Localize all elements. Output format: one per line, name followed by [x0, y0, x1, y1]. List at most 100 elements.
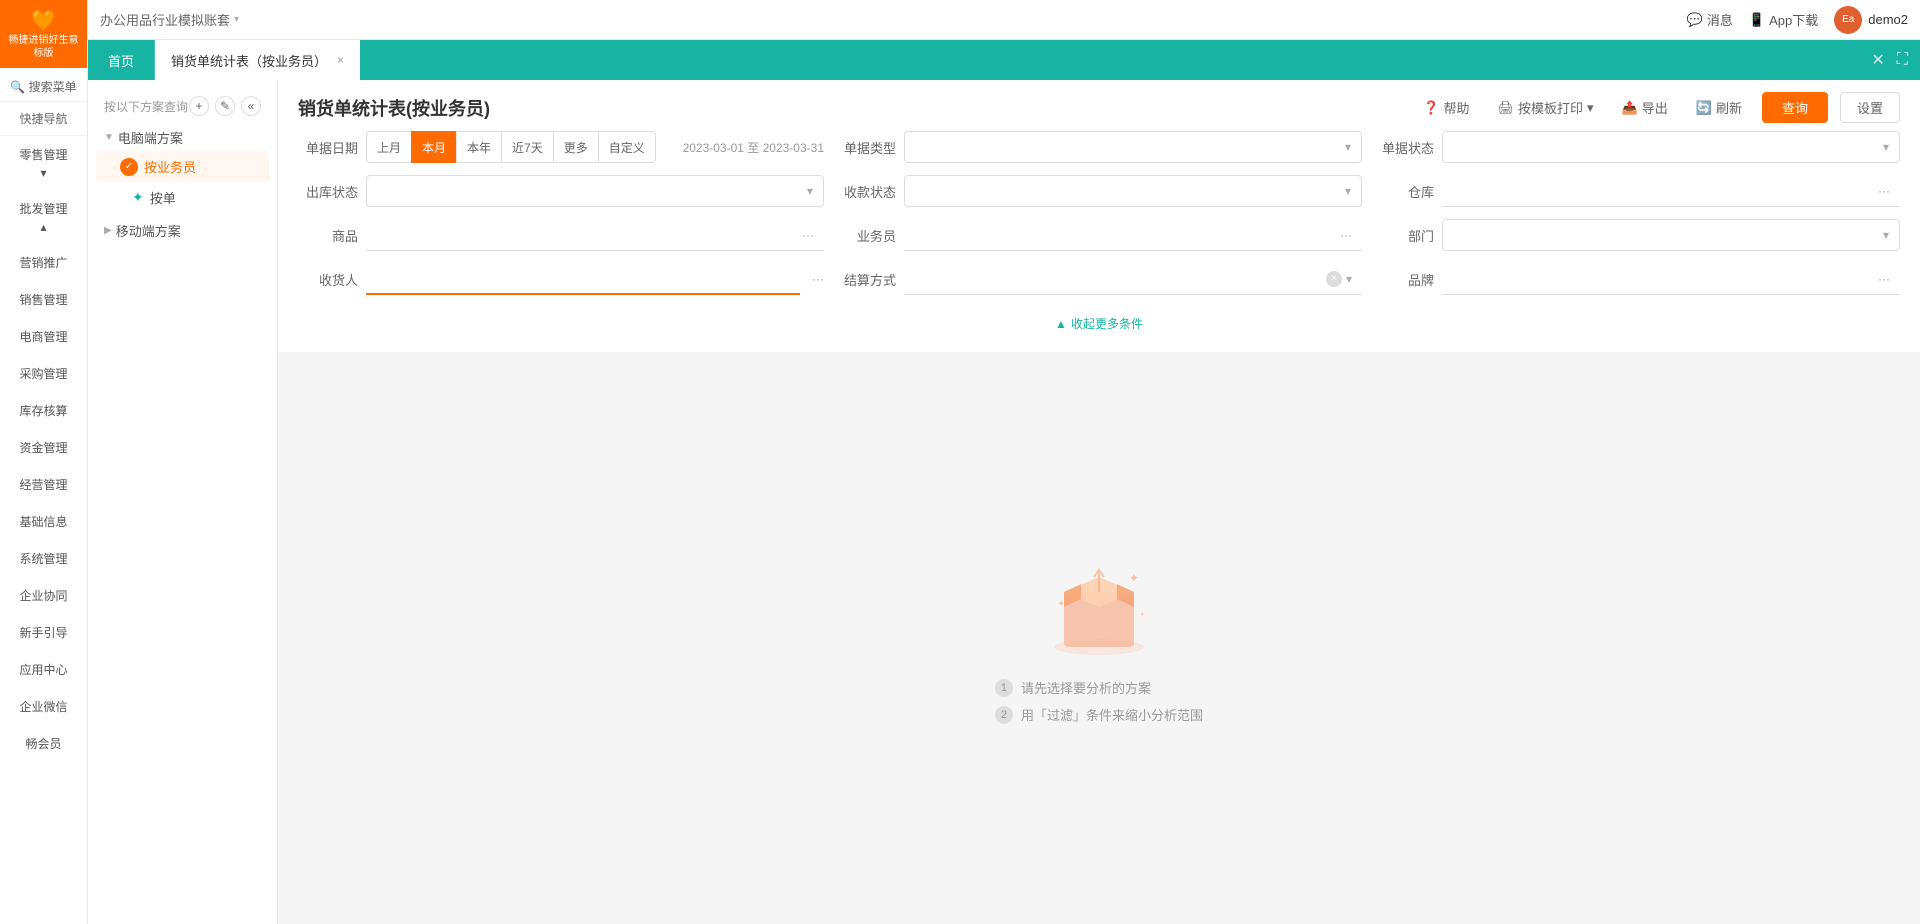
active-dot: ✓ — [120, 158, 138, 176]
collapse-filters-btn[interactable]: ▲ 收起更多条件 — [298, 307, 1900, 340]
group-expand-icon: ▼ — [104, 132, 114, 143]
sidebar-item-retail[interactable]: 零售管理 ▾ — [0, 136, 87, 190]
sidebar-item-wechat[interactable]: 企业微信 — [0, 688, 87, 725]
date-tab-this-month[interactable]: 本月 — [411, 131, 456, 163]
settings-btn[interactable]: 设置 — [1840, 92, 1900, 123]
doc-type-select[interactable]: ▾ — [904, 131, 1362, 163]
date-tab-7days[interactable]: 近7天 — [501, 131, 553, 163]
topbar-actions: 💬 消息 📱 App下载 Ea demo2 — [1687, 6, 1908, 34]
lp-edit-btn[interactable]: ✎ — [215, 96, 235, 116]
sidebar-search-menu[interactable]: 🔍 搜索菜单 — [0, 68, 87, 102]
sidebar-quick-nav[interactable]: 快捷导航 — [0, 102, 87, 136]
refresh-btn[interactable]: 🔄 刷新 — [1688, 94, 1750, 121]
filter-col-payment-status: 收款状态 ▾ — [836, 175, 1362, 207]
print-btn[interactable]: 🖨 按模板打印 ▾ — [1490, 94, 1602, 121]
lp-add-btn[interactable]: + — [189, 96, 209, 116]
tab-close-icon[interactable]: × — [337, 53, 344, 67]
sidebar-item-enterprise[interactable]: 企业协同 — [0, 577, 87, 614]
brand-input[interactable]: ··· — [1442, 263, 1900, 295]
page-title-row: 销货单统计表(按业务员) ❓ 帮助 🖨 按模板打印 ▾ 📤 — [298, 92, 1900, 131]
sidebar-item-system[interactable]: 系统管理 — [0, 540, 87, 577]
tree-group-mobile: ▶ 移动端方案 — [96, 217, 269, 244]
hint-num-2: 2 — [995, 706, 1013, 724]
enterprise-label: 企业协同 — [19, 587, 67, 604]
tree-group-mobile-title[interactable]: ▶ 移动端方案 — [96, 217, 269, 244]
sidebar-item-inventory[interactable]: 库存核算 — [0, 392, 87, 429]
sales-label: 销售管理 — [19, 291, 67, 308]
user-menu[interactable]: Ea demo2 — [1834, 6, 1908, 34]
doc-status-label: 单据状态 — [1374, 138, 1434, 157]
tab-home[interactable]: 首页 — [88, 40, 155, 80]
query-btn[interactable]: 查询 — [1762, 92, 1828, 123]
goods-input[interactable]: ··· — [366, 219, 824, 251]
dept-label: 部门 — [1374, 226, 1434, 245]
sidebar-logo[interactable]: 🧡 畅捷进销好生意 标版 — [0, 0, 87, 68]
wechat-label: 企业微信 — [19, 698, 67, 715]
salesperson-dots: ··· — [1340, 228, 1352, 242]
message-btn[interactable]: 💬 消息 — [1687, 10, 1733, 29]
goods-label: 商品 — [298, 226, 358, 245]
receiver-input[interactable] — [366, 263, 800, 295]
tree-item-label: 按业务员 — [144, 157, 196, 176]
salesperson-input[interactable]: ··· — [904, 219, 1362, 251]
filter-col-salesperson: 业务员 ··· — [836, 219, 1362, 251]
sub-item-icon: ✦ — [132, 189, 144, 206]
empty-hint-1: 1 请先选择要分析的方案 — [995, 678, 1203, 697]
sidebar-item-management[interactable]: 经营管理 — [0, 466, 87, 503]
doc-status-chevron: ▾ — [1883, 140, 1889, 154]
vip-label: 畅会员 — [25, 735, 61, 752]
payment-status-chevron: ▾ — [1345, 184, 1351, 198]
sidebar-item-basic[interactable]: 基础信息 — [0, 503, 87, 540]
export-label: 导出 — [1642, 98, 1668, 117]
date-tab-more[interactable]: 更多 — [553, 131, 598, 163]
sidebar-item-finance[interactable]: 资金管理 — [0, 429, 87, 466]
tab-maximize-btn[interactable]: ⛶ — [1893, 47, 1912, 73]
tab-sales-stats[interactable]: 销货单统计表（按业务员） × — [155, 40, 360, 80]
lp-collapse-btn[interactable]: « — [241, 96, 261, 116]
help-btn[interactable]: ❓ 帮助 — [1415, 94, 1477, 121]
sidebar-item-newuser[interactable]: 新手引导 — [0, 614, 87, 651]
brand-label: 品牌 — [1374, 270, 1434, 289]
mobile-group-arrow: ▶ — [104, 225, 112, 236]
app-download-btn[interactable]: 📱 App下载 — [1749, 10, 1818, 29]
filter-col-payment-method: 结算方式 × ▾ — [836, 263, 1362, 295]
payment-method-chevron: ▾ — [1346, 272, 1352, 286]
warehouse-input[interactable]: ··· — [1442, 175, 1900, 207]
date-label: 单据日期 — [298, 138, 358, 157]
tab-close-window-btn[interactable]: ✕ — [1867, 46, 1888, 74]
sidebar-item-ecommerce[interactable]: 电商管理 — [0, 318, 87, 355]
filter-row-4: 收货人 ··· 结算方式 × ▾ — [298, 263, 1900, 295]
sidebar-item-vip[interactable]: 畅会员 — [0, 725, 87, 762]
svg-text:✦: ✦ — [1129, 571, 1139, 585]
logo-icon: 🧡 — [4, 8, 83, 34]
sidebar-item-appcenter[interactable]: 应用中心 — [0, 651, 87, 688]
payment-method-input[interactable]: × ▾ — [904, 263, 1362, 295]
date-tab-custom[interactable]: 自定义 — [598, 131, 656, 163]
sidebar-item-sales[interactable]: 销售管理 — [0, 281, 87, 318]
collapse-label: 收起更多条件 — [1071, 315, 1143, 332]
payment-status-select[interactable]: ▾ — [904, 175, 1362, 207]
out-status-select[interactable]: ▾ — [366, 175, 824, 207]
sidebar-item-wholesale[interactable]: 批发管理 ▴ — [0, 190, 87, 244]
export-btn[interactable]: 📤 导出 — [1614, 94, 1676, 121]
doc-status-select[interactable]: ▾ — [1442, 131, 1900, 163]
tree-group-desktop: ▼ 电脑端方案 ✓ 按业务员 ✦ 按单 — [96, 124, 269, 213]
sidebar-item-marketing[interactable]: 营销推广 — [0, 244, 87, 281]
tree-item-by-order[interactable]: ✦ 按单 — [96, 182, 269, 213]
filter-col-brand: 品牌 ··· — [1374, 263, 1900, 295]
warehouse-label: 仓库 — [1374, 182, 1434, 201]
date-tab-last-month[interactable]: 上月 — [366, 131, 411, 163]
date-tab-this-year[interactable]: 本年 — [456, 131, 501, 163]
payment-method-clear-btn[interactable]: × — [1326, 271, 1342, 287]
tabbar-controls: ✕ ⛶ — [1867, 46, 1920, 74]
search-menu-label: 搜索菜单 — [29, 80, 77, 94]
dept-select[interactable]: ▾ — [1442, 219, 1900, 251]
group-label: 电脑端方案 — [118, 128, 183, 147]
breadcrumb-chevron: ▾ — [234, 14, 239, 25]
refresh-label: 刷新 — [1716, 98, 1742, 117]
tree-group-desktop-title[interactable]: ▼ 电脑端方案 — [96, 124, 269, 151]
tree-item-by-salesperson[interactable]: ✓ 按业务员 — [96, 151, 269, 182]
lp-actions: + ✎ « — [189, 96, 261, 116]
print-label: 按模板打印 — [1518, 98, 1583, 117]
sidebar-item-purchase[interactable]: 采购管理 — [0, 355, 87, 392]
